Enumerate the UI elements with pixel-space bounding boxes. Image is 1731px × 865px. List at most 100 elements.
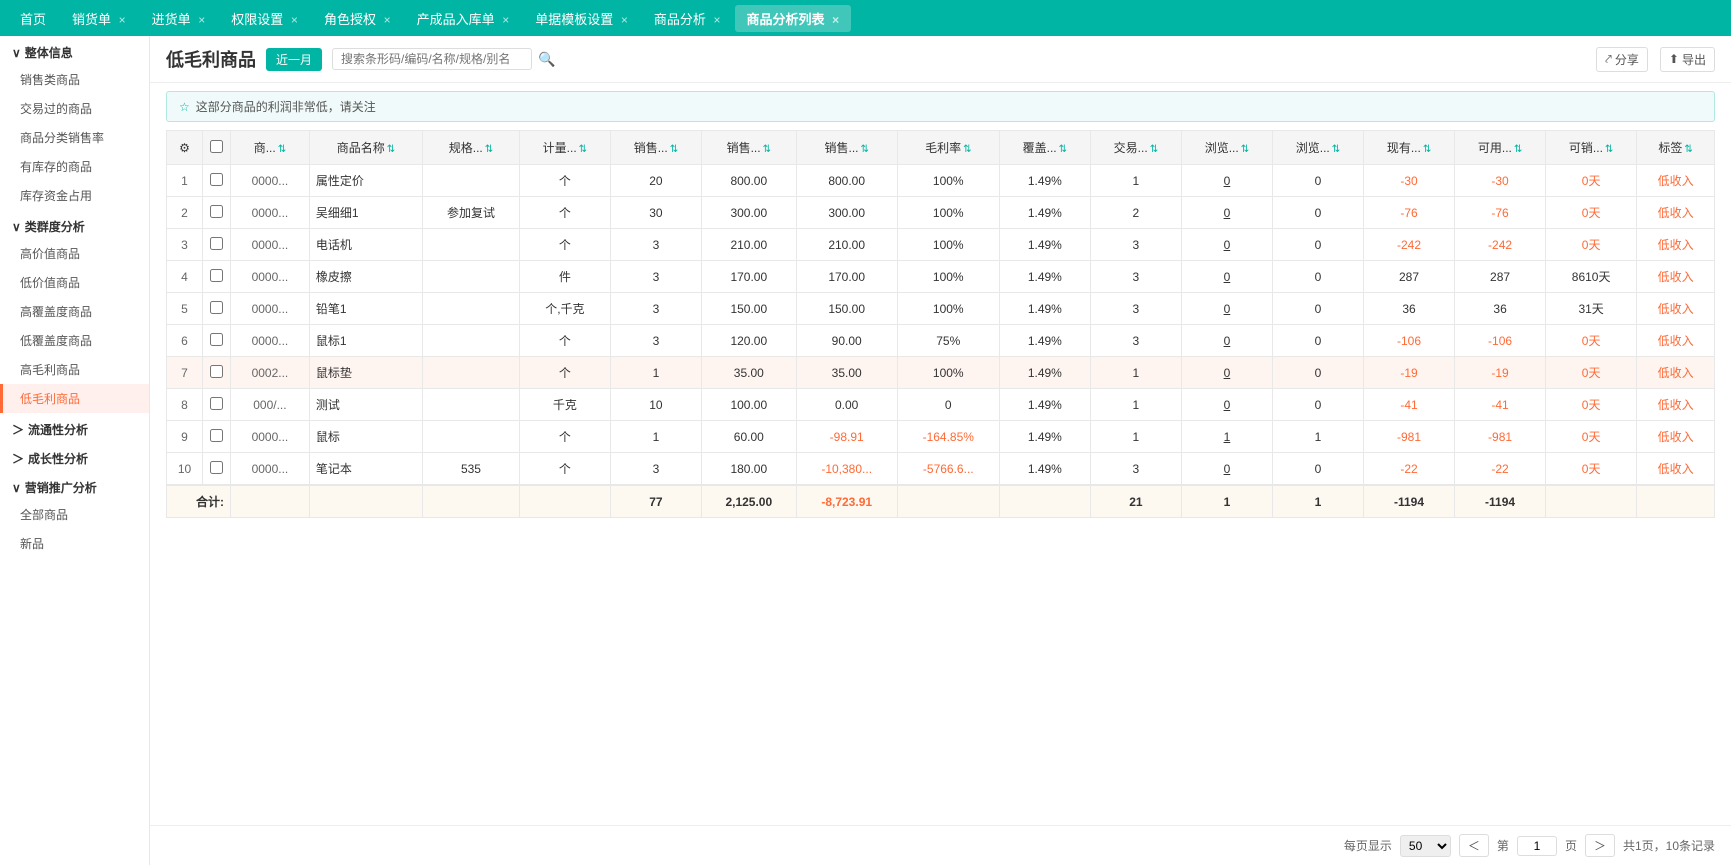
cell-view1-6[interactable]: 0 [1181,357,1272,389]
cell-view1-7[interactable]: 0 [1181,389,1272,421]
sidebar-item-low-margin[interactable]: 低毛利商品 [0,384,149,413]
cell-view1-9[interactable]: 0 [1181,453,1272,486]
nav-product-entry[interactable]: 产成品入库单 × [405,5,522,32]
cell-checkbox-5[interactable] [203,325,231,357]
col-trade-count[interactable]: 交易...⇅ [1090,131,1181,165]
sidebar-item-low-value[interactable]: 低价值商品 [0,268,149,297]
nav-template-settings[interactable]: 单据模板设置 × [523,5,640,32]
nav-close-goods-list[interactable]: × [832,13,839,27]
col-sales-profit[interactable]: 销售...⇅ [796,131,897,165]
period-button[interactable]: 近一月 [266,48,322,71]
sidebar-item-new-goods[interactable]: 新品 [0,529,149,558]
nav-close-sales[interactable]: × [119,13,126,27]
row-checkbox-3[interactable] [210,269,223,282]
cell-checkbox-3[interactable] [203,261,231,293]
cell-checkbox-7[interactable] [203,389,231,421]
row-checkbox-2[interactable] [210,237,223,250]
nav-role-auth[interactable]: 角色授权 × [312,5,403,32]
nav-close-product[interactable]: × [502,13,509,27]
col-settings[interactable]: ⚙ [167,131,203,165]
sidebar-item-all-goods[interactable]: 全部商品 [0,500,149,529]
sidebar-item-stock-capital[interactable]: 库存资金占用 [0,181,149,210]
cell-unit-4: 个,千克 [519,293,610,325]
table-row: 2 0000... 吴细细1 参加复试 个 30 300.00 300.00 1… [167,197,1715,229]
next-page-button[interactable]: ＞ [1585,834,1615,857]
col-sales-amount[interactable]: 销售...⇅ [701,131,796,165]
cell-sellable-6: 0天 [1546,357,1637,389]
cell-view1-3[interactable]: 0 [1181,261,1272,293]
sidebar-group-growth[interactable]: ＞ 成长性分析 [0,442,149,471]
col-current-stock[interactable]: 现有...⇅ [1364,131,1455,165]
row-checkbox-6[interactable] [210,365,223,378]
page-number-input[interactable] [1517,836,1557,856]
col-coverage[interactable]: 覆盖...⇅ [999,131,1090,165]
cell-view1-5[interactable]: 0 [1181,325,1272,357]
sidebar-item-stock-goods[interactable]: 有库存的商品 [0,152,149,181]
cell-view1-8[interactable]: 1 [1181,421,1272,453]
col-name[interactable]: 商品名称⇅ [309,131,422,165]
row-checkbox-5[interactable] [210,333,223,346]
cell-view1-1[interactable]: 0 [1181,197,1272,229]
cell-name-5: 鼠标1 [309,325,422,357]
sidebar-item-high-coverage[interactable]: 高覆盖度商品 [0,297,149,326]
row-checkbox-4[interactable] [210,301,223,314]
cell-rownum-5: 6 [167,325,203,357]
table-row: 10 0000... 笔记本 535 个 3 180.00 -10,380...… [167,453,1715,486]
sidebar-item-traded-goods[interactable]: 交易过的商品 [0,94,149,123]
cell-checkbox-9[interactable] [203,453,231,486]
nav-close-role[interactable]: × [384,13,391,27]
sidebar-group-overview[interactable]: ∨ 整体信息 [0,36,149,65]
col-view1[interactable]: 浏览...⇅ [1181,131,1272,165]
row-checkbox-1[interactable] [210,205,223,218]
row-checkbox-9[interactable] [210,461,223,474]
row-checkbox-7[interactable] [210,397,223,410]
col-view2[interactable]: 浏览...⇅ [1272,131,1363,165]
nav-goods-analysis-list[interactable]: 商品分析列表 × [735,5,852,32]
select-all-checkbox[interactable] [210,140,223,153]
cell-sales-qty-5: 3 [610,325,701,357]
cell-view1-0[interactable]: 0 [1181,165,1272,197]
nav-permission[interactable]: 权限设置 × [219,5,310,32]
nav-goods-analysis[interactable]: 商品分析 × [642,5,733,32]
prev-page-button[interactable]: ＜ [1459,834,1489,857]
cell-checkbox-8[interactable] [203,421,231,453]
nav-close-template[interactable]: × [621,13,628,27]
cell-view1-2[interactable]: 0 [1181,229,1272,261]
sidebar-group-marketing[interactable]: ∨ 营销推广分析 [0,471,149,500]
cell-checkbox-6[interactable] [203,357,231,389]
row-checkbox-0[interactable] [210,173,223,186]
cell-checkbox-0[interactable] [203,165,231,197]
nav-close-goods[interactable]: × [713,13,720,27]
cell-checkbox-1[interactable] [203,197,231,229]
cell-view1-4[interactable]: 0 [1181,293,1272,325]
nav-close-permission[interactable]: × [291,13,298,27]
col-tag[interactable]: 标签⇅ [1637,131,1715,165]
share-button[interactable]: ⤤ 分享 [1596,47,1648,72]
col-available[interactable]: 可用...⇅ [1455,131,1546,165]
cell-checkbox-2[interactable] [203,229,231,261]
page-size-select[interactable]: 50 100 200 [1400,835,1451,857]
sidebar-item-high-margin[interactable]: 高毛利商品 [0,355,149,384]
sidebar-item-high-value[interactable]: 高价值商品 [0,239,149,268]
sidebar-item-category-sales-rate[interactable]: 商品分类销售率 [0,123,149,152]
sidebar-item-sales-goods[interactable]: 销售类商品 [0,65,149,94]
cell-checkbox-4[interactable] [203,293,231,325]
col-gross-margin[interactable]: 毛利率⇅ [897,131,999,165]
col-sellable[interactable]: 可销...⇅ [1546,131,1637,165]
nav-purchase-order[interactable]: 进货单 × [140,5,218,32]
search-icon[interactable]: 🔍 [538,51,555,68]
sidebar-item-low-coverage[interactable]: 低覆盖度商品 [0,326,149,355]
nav-close-purchase[interactable]: × [198,13,205,27]
col-spec[interactable]: 规格...⇅ [423,131,520,165]
col-code[interactable]: 商...⇅ [231,131,310,165]
cell-spec-2 [423,229,520,261]
nav-home[interactable]: 首页 [8,5,58,32]
export-button[interactable]: ⬆ 导出 [1660,47,1715,72]
sidebar-group-cluster[interactable]: ∨ 类群度分析 [0,210,149,239]
row-checkbox-8[interactable] [210,429,223,442]
nav-sales-order[interactable]: 销货单 × [60,5,138,32]
sidebar-group-liquidity[interactable]: ＞ 流通性分析 [0,413,149,442]
search-input[interactable] [332,48,532,70]
col-unit[interactable]: 计量...⇅ [519,131,610,165]
col-sales-qty[interactable]: 销售...⇅ [610,131,701,165]
